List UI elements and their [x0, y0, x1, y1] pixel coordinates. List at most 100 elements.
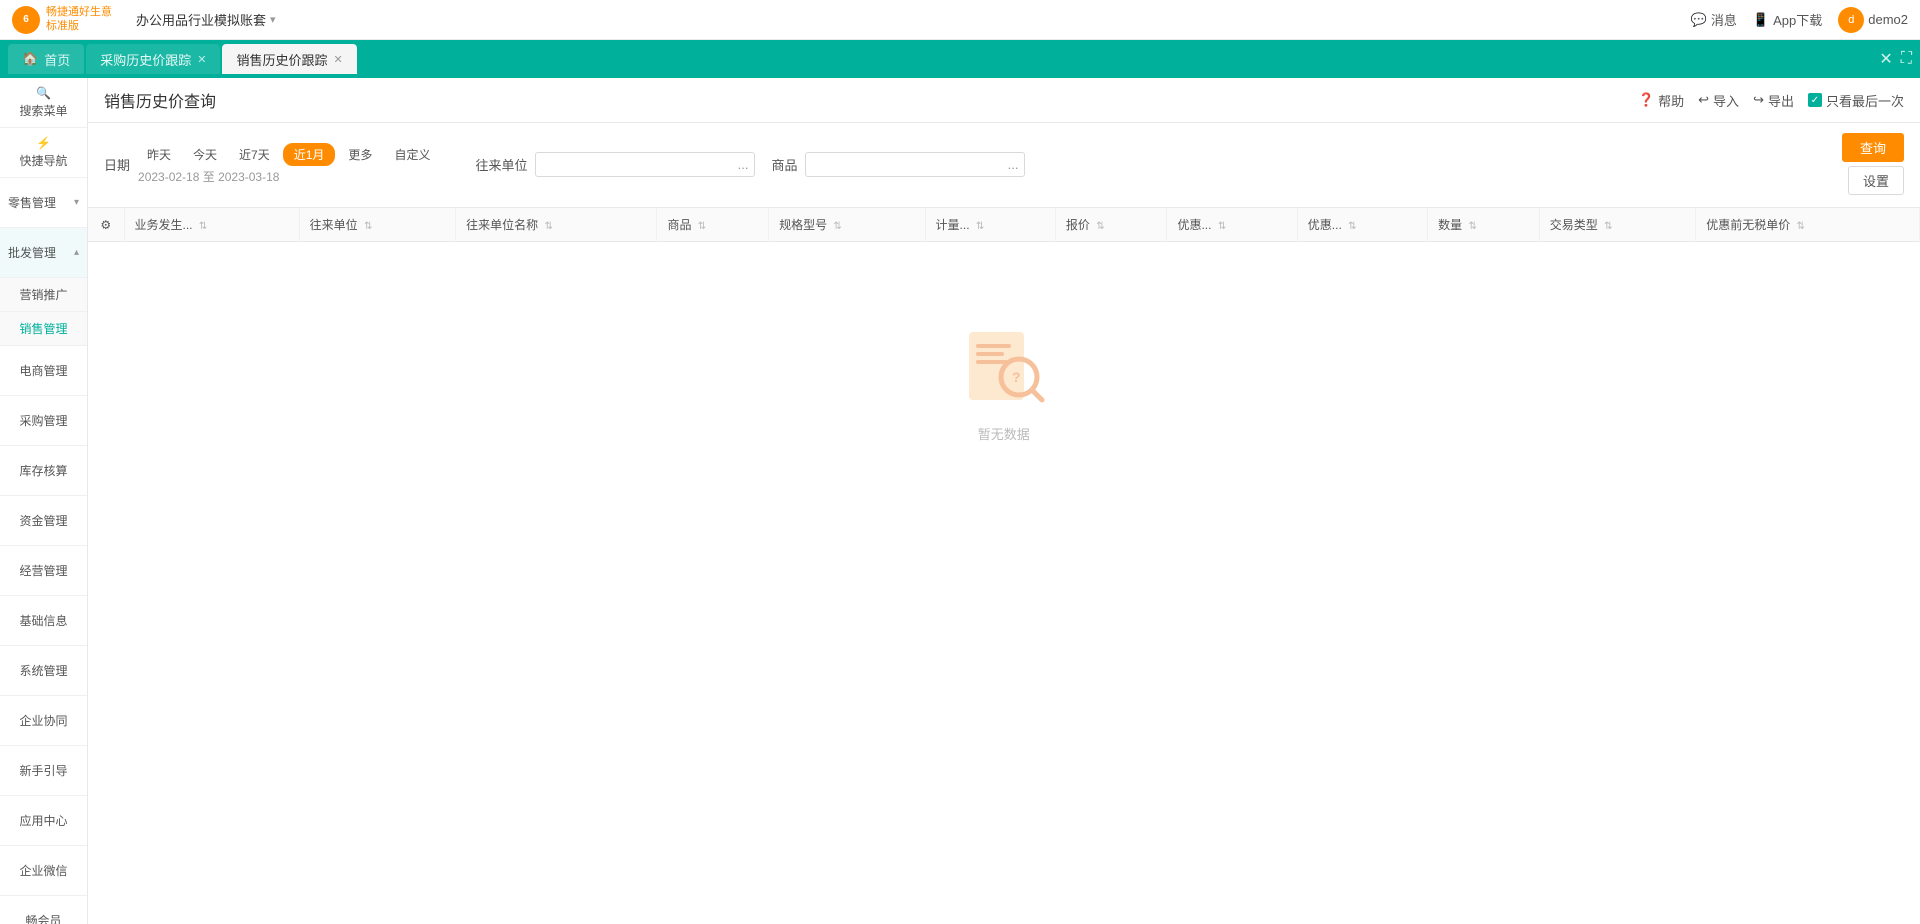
empty-state-text: 暂无数据: [978, 424, 1030, 443]
quick-nav-icon: ⚡: [36, 136, 51, 150]
empty-state-row: ? 暂无数据: [88, 242, 1920, 524]
date-range-text: 2023-02-18 至 2023-03-18: [138, 168, 439, 185]
date-label: 日期: [104, 155, 130, 174]
logo-area: 6 畅捷通好生意 标准版: [12, 6, 112, 34]
sidebar-item-operations-mgmt[interactable]: 经营管理: [0, 546, 87, 596]
top-bar: 6 畅捷通好生意 标准版 办公用品行业模拟账套 ▾ 💬 消息 📱 App下载 d…: [0, 0, 1920, 40]
sidebar-item-sales-mgmt[interactable]: 销售管理: [0, 312, 87, 346]
product-input[interactable]: [806, 153, 1001, 176]
empty-state: ? 暂无数据: [88, 242, 1920, 523]
top-bar-right: 💬 消息 📱 App下载 d demo2: [1691, 7, 1908, 33]
tab-bar-right: ✕ ⛶: [1879, 49, 1912, 69]
sort-discount1-icon: ⇅: [1218, 221, 1226, 232]
page-title: 销售历史价查询: [104, 88, 216, 112]
counterpart-input[interactable]: [536, 153, 731, 176]
counterpart-filter-group: 往来单位 ...: [475, 152, 755, 177]
sidebar-item-app-center[interactable]: 应用中心: [0, 796, 87, 846]
sort-spec-icon: ⇅: [833, 221, 841, 232]
page-actions: ❓ 帮助 ↩ 导入 ↪ 导出 ✓ 只看最后一次: [1638, 91, 1904, 110]
sidebar-item-quick-nav[interactable]: ⚡ 快捷导航: [0, 128, 87, 178]
export-icon: ↪: [1753, 92, 1764, 108]
sort-quoted-price-icon: ⇅: [1096, 221, 1104, 232]
sort-biz-date-icon: ⇅: [199, 221, 207, 232]
th-quoted-price[interactable]: 报价 ⇅: [1055, 208, 1167, 242]
page-title-row: 销售历史价查询 ❓ 帮助 ↩ 导入 ↪ 导出 ✓: [104, 88, 1904, 112]
th-quantity[interactable]: 数量 ⇅: [1428, 208, 1540, 242]
download-icon: 📱: [1753, 12, 1769, 28]
sidebar-item-basic-info[interactable]: 基础信息: [0, 596, 87, 646]
export-button[interactable]: ↪ 导出: [1753, 91, 1794, 110]
sidebar-item-new-guide[interactable]: 新手引导: [0, 746, 87, 796]
app-download-button[interactable]: 📱 App下载: [1753, 10, 1822, 29]
date-btn-custom[interactable]: 自定义: [385, 143, 439, 166]
table-settings-icon[interactable]: ⚙: [100, 218, 111, 232]
th-settings[interactable]: ⚙: [88, 208, 124, 242]
th-discount2[interactable]: 优惠... ⇅: [1297, 208, 1427, 242]
tab-sales-close-icon[interactable]: ✕: [333, 53, 342, 66]
date-btn-more[interactable]: 更多: [339, 143, 381, 166]
tab-purchase-close-icon[interactable]: ✕: [197, 53, 206, 66]
sidebar-item-system-mgmt[interactable]: 系统管理: [0, 646, 87, 696]
th-pretax-price[interactable]: 优惠前无税单价 ⇅: [1696, 208, 1920, 242]
sidebar-item-purchase-mgmt[interactable]: 采购管理: [0, 396, 87, 446]
wholesale-mgmt-arrow-icon: ▴: [74, 247, 79, 258]
sidebar-item-retail-mgmt[interactable]: 零售管理 ▾: [0, 178, 87, 228]
logo-text: 畅捷通好生意 标准版: [46, 6, 112, 32]
maximize-window-icon[interactable]: ⛶: [1901, 50, 1912, 68]
help-button[interactable]: ❓ 帮助: [1638, 91, 1684, 110]
settings-button[interactable]: 设置: [1848, 166, 1904, 195]
product-dots-icon[interactable]: ...: [1002, 157, 1025, 172]
th-discount1[interactable]: 优惠... ⇅: [1167, 208, 1297, 242]
tab-home[interactable]: 🏠 首页: [8, 44, 84, 74]
th-unit[interactable]: 计量... ⇅: [925, 208, 1055, 242]
top-bar-left: 6 畅捷通好生意 标准版 办公用品行业模拟账套 ▾: [12, 6, 276, 34]
sidebar-item-enterprise-collab[interactable]: 企业协同: [0, 696, 87, 746]
user-menu[interactable]: d demo2: [1838, 7, 1908, 33]
sidebar: 🔍 搜索菜单 ⚡ 快捷导航 零售管理 ▾ 批发管理 ▴ 营销推广 销售管理 电商…: [0, 78, 88, 924]
counterpart-dots-icon[interactable]: ...: [732, 157, 755, 172]
data-table: ⚙ 业务发生... ⇅ 往来单位 ⇅ 往来单位名称 ⇅: [88, 208, 1920, 523]
sort-pretax-price-icon: ⇅: [1797, 221, 1805, 232]
th-biz-date[interactable]: 业务发生... ⇅: [124, 208, 299, 242]
import-icon: ↩: [1698, 92, 1709, 108]
message-button[interactable]: 💬 消息: [1691, 10, 1737, 29]
sidebar-item-wholesale-mgmt[interactable]: 批发管理 ▴: [0, 228, 87, 278]
sidebar-item-ecommerce-mgmt[interactable]: 电商管理: [0, 346, 87, 396]
th-spec[interactable]: 规格型号 ⇅: [769, 208, 925, 242]
product-label: 商品: [771, 155, 797, 174]
filter-row: 日期 昨天 今天 近7天 近1月 更多 自定义 2023-02-18 至 202…: [104, 133, 1904, 195]
close-window-icon[interactable]: ✕: [1879, 49, 1892, 69]
only-last-checkbox-label[interactable]: ✓ 只看最后一次: [1808, 91, 1904, 110]
logo-icon: 6: [12, 6, 40, 34]
date-btn-7days[interactable]: 近7天: [230, 143, 279, 166]
sidebar-item-marketing[interactable]: 营销推广: [0, 278, 87, 312]
sort-counterpart-code-icon: ⇅: [364, 221, 372, 232]
only-last-checkbox-icon: ✓: [1808, 93, 1822, 107]
home-icon: 🏠: [22, 51, 38, 67]
import-button[interactable]: ↩ 导入: [1698, 91, 1739, 110]
avatar: d: [1838, 7, 1864, 33]
sidebar-item-search-menu[interactable]: 🔍 搜索菜单: [0, 78, 87, 128]
sidebar-item-finance-mgmt[interactable]: 资金管理: [0, 496, 87, 546]
sidebar-item-member[interactable]: 畅会员: [0, 896, 87, 924]
tab-purchase-history[interactable]: 采购历史价跟踪 ✕: [86, 44, 220, 74]
date-btn-1month[interactable]: 近1月: [283, 143, 336, 166]
sidebar-item-enterprise-wechat[interactable]: 企业微信: [0, 846, 87, 896]
product-filter-group: 商品 ...: [771, 152, 1025, 177]
app-selector[interactable]: 办公用品行业模拟账套 ▾: [136, 10, 276, 29]
query-button[interactable]: 查询: [1842, 133, 1904, 162]
table-container: ⚙ 业务发生... ⇅ 往来单位 ⇅ 往来单位名称 ⇅: [88, 208, 1920, 924]
th-trade-type[interactable]: 交易类型 ⇅: [1539, 208, 1695, 242]
sidebar-item-inventory[interactable]: 库存核算: [0, 446, 87, 496]
th-counterpart-name[interactable]: 往来单位名称 ⇅: [456, 208, 657, 242]
th-counterpart-code[interactable]: 往来单位 ⇅: [299, 208, 455, 242]
tab-sales-history[interactable]: 销售历史价跟踪 ✕: [222, 44, 356, 74]
date-filter-group: 日期 昨天 今天 近7天 近1月 更多 自定义 2023-02-18 至 202…: [104, 143, 439, 185]
table-header-row: ⚙ 业务发生... ⇅ 往来单位 ⇅ 往来单位名称 ⇅: [88, 208, 1920, 242]
table-body: ? 暂无数据: [88, 242, 1920, 524]
filter-area: 日期 昨天 今天 近7天 近1月 更多 自定义 2023-02-18 至 202…: [88, 123, 1920, 208]
date-buttons: 昨天 今天 近7天 近1月 更多 自定义: [138, 143, 439, 166]
date-btn-yesterday[interactable]: 昨天: [138, 143, 180, 166]
th-product[interactable]: 商品 ⇅: [657, 208, 769, 242]
date-btn-today[interactable]: 今天: [184, 143, 226, 166]
